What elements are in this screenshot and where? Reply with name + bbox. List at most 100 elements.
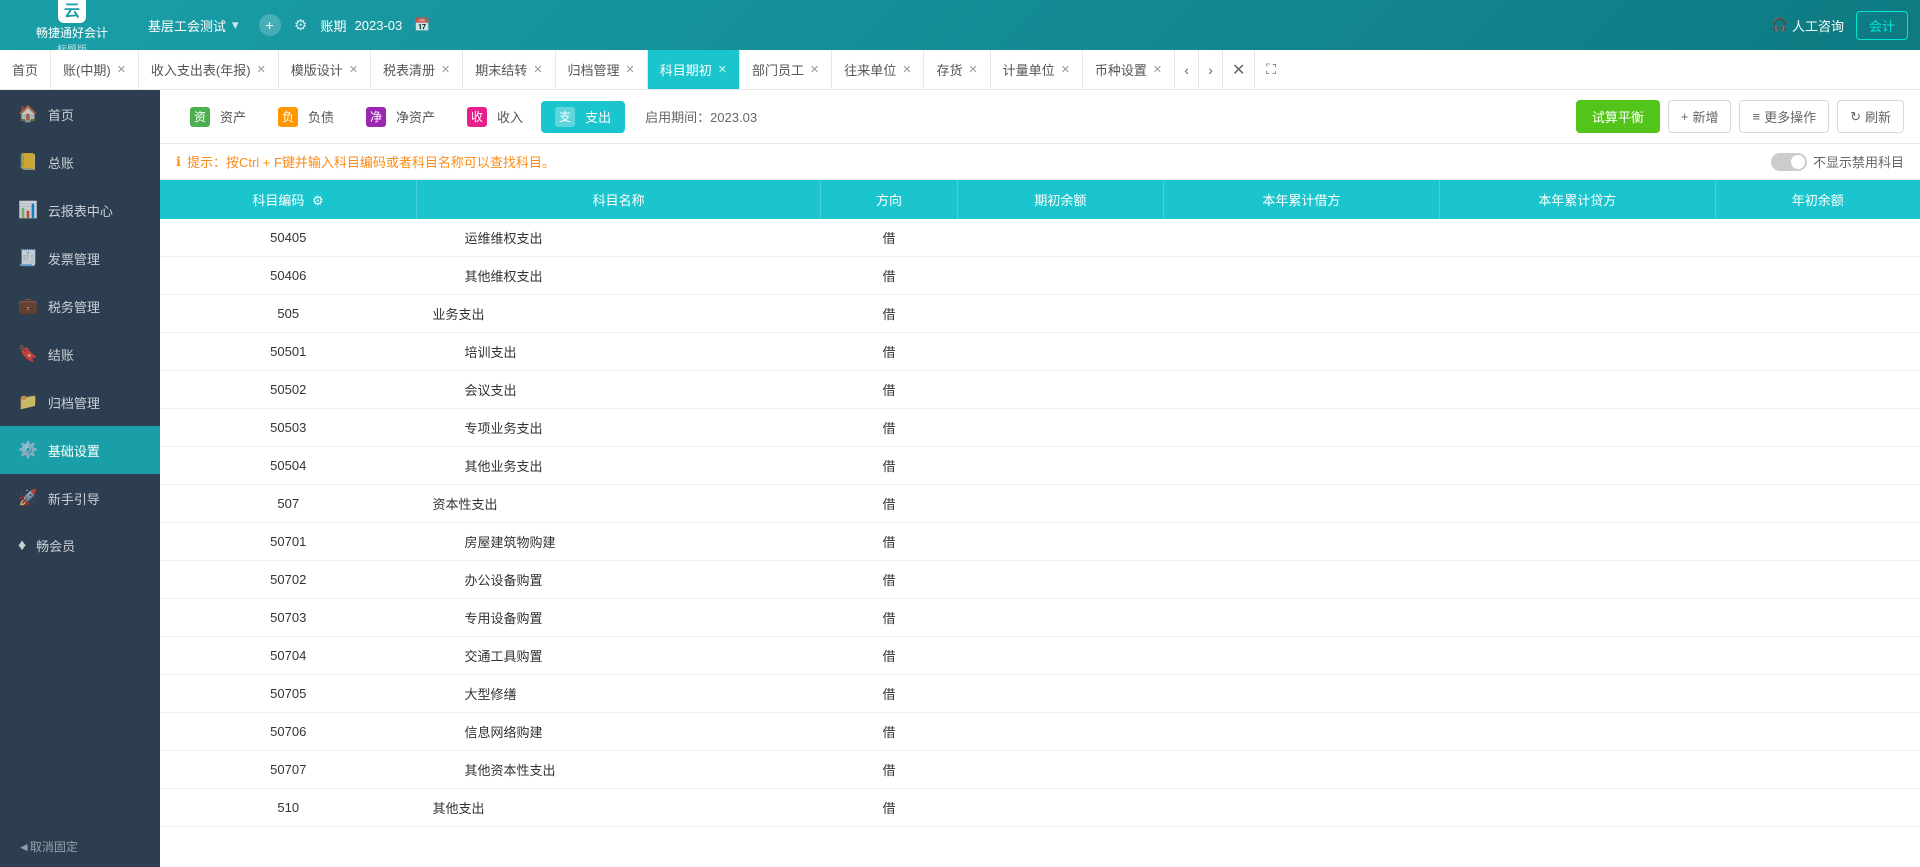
filter-tab-assets[interactable]: 资 资产 xyxy=(176,101,260,133)
period-label: 账期 xyxy=(321,16,347,35)
company-name: 基层工会测试 xyxy=(148,16,226,35)
table-row[interactable]: 50702办公设备购置借 xyxy=(160,561,1920,599)
settings-icon[interactable]: ⚙ xyxy=(289,13,313,37)
tab-template-close[interactable]: ✕ xyxy=(349,63,358,76)
table-row[interactable]: 50703专用设备购置借 xyxy=(160,599,1920,637)
tab-interim[interactable]: 账(中期) ✕ xyxy=(51,50,139,90)
cell-value-2 xyxy=(1439,333,1715,371)
tab-subject-period-close[interactable]: ✕ xyxy=(718,63,727,76)
tab-unit-label: 计量单位 xyxy=(1003,60,1055,79)
tab-nav-right-button[interactable]: › xyxy=(1199,50,1223,90)
toggle-disabled-switch[interactable] xyxy=(1771,153,1807,171)
tab-template[interactable]: 模版设计 ✕ xyxy=(279,50,371,90)
add-button[interactable]: + 新增 xyxy=(1668,100,1732,133)
sidebar-item-vip[interactable]: ♦ 畅会员 xyxy=(0,522,160,569)
sidebar-guide-label: 新手引导 xyxy=(48,489,100,508)
tab-home[interactable]: 首页 xyxy=(0,50,51,90)
tab-tax-close[interactable]: ✕ xyxy=(441,63,450,76)
tab-archive[interactable]: 归档管理 ✕ xyxy=(556,50,648,90)
tab-income-expense[interactable]: 收入支出表(年报) ✕ xyxy=(139,50,279,90)
tab-subject-period[interactable]: 科目期初 ✕ xyxy=(648,50,740,90)
sidebar-archive-label: 归档管理 xyxy=(48,393,100,412)
table-row[interactable]: 505业务支出借 xyxy=(160,295,1920,333)
filter-tab-income[interactable]: 收 收入 xyxy=(453,101,537,133)
tab-tax[interactable]: 税表清册 ✕ xyxy=(371,50,463,90)
tab-close-all-button[interactable]: ✕ xyxy=(1223,50,1255,90)
headset-icon: 🎧 xyxy=(1772,17,1788,33)
cell-value-0 xyxy=(957,409,1163,447)
refresh-button[interactable]: ↻ 刷新 xyxy=(1837,100,1904,133)
table-row[interactable]: 50705大型修缮借 xyxy=(160,675,1920,713)
sidebar-item-ledger[interactable]: 📒 总账 xyxy=(0,138,160,186)
calendar-icon[interactable]: 📅 xyxy=(414,17,430,33)
tab-inventory[interactable]: 存货 ✕ xyxy=(924,50,990,90)
table-row[interactable]: 50707其他资本性支出借 xyxy=(160,751,1920,789)
table-row[interactable]: 50504其他业务支出借 xyxy=(160,447,1920,485)
sidebar-item-invoice[interactable]: 🧾 发票管理 xyxy=(0,234,160,282)
tab-contacts-close[interactable]: ✕ xyxy=(902,63,911,76)
cell-value-0 xyxy=(957,561,1163,599)
cell-value-3 xyxy=(1715,713,1920,751)
archive-icon: 📁 xyxy=(18,392,38,412)
tab-interim-close[interactable]: ✕ xyxy=(117,63,126,76)
cell-value-3 xyxy=(1715,295,1920,333)
tab-department-close[interactable]: ✕ xyxy=(810,63,819,76)
company-dropdown-icon[interactable]: ▾ xyxy=(232,17,239,33)
more-button[interactable]: ≡ 更多操作 xyxy=(1739,100,1829,133)
table-row[interactable]: 50706信息网络购建借 xyxy=(160,713,1920,751)
tab-period-end[interactable]: 期末结转 ✕ xyxy=(463,50,555,90)
sidebar-item-basic-settings[interactable]: ⚙️ 基础设置 xyxy=(0,426,160,474)
tab-unit-close[interactable]: ✕ xyxy=(1061,63,1070,76)
tab-nav-left-button[interactable]: ‹ xyxy=(1175,50,1199,90)
tab-department[interactable]: 部门员工 ✕ xyxy=(740,50,832,90)
tab-period-end-close[interactable]: ✕ xyxy=(533,63,542,76)
tab-expand-button[interactable]: ⛶ xyxy=(1255,50,1287,90)
table-row[interactable]: 50701房屋建筑物购建借 xyxy=(160,523,1920,561)
cell-value-1 xyxy=(1164,295,1440,333)
filter-tab-liabilities[interactable]: 负 负债 xyxy=(264,101,348,133)
tab-archive-close[interactable]: ✕ xyxy=(626,63,635,76)
tab-currency-close[interactable]: ✕ xyxy=(1153,63,1162,76)
tab-contacts[interactable]: 往来单位 ✕ xyxy=(832,50,924,90)
cell-code: 505 xyxy=(160,295,416,333)
add-company-button[interactable]: + xyxy=(259,14,281,36)
toggle-disabled-area[interactable]: 不显示禁用科目 xyxy=(1771,152,1904,171)
tab-inventory-close[interactable]: ✕ xyxy=(968,63,977,76)
table-header-row: 科目编码 ⚙ 科目名称 方向 期初余额 本年累计借方 本年累计贷方 年初余额 xyxy=(160,180,1920,219)
filter-tab-expenditure[interactable]: 支 支出 xyxy=(541,101,625,133)
cell-value-1 xyxy=(1164,333,1440,371)
subject-table: 科目编码 ⚙ 科目名称 方向 期初余额 本年累计借方 本年累计贷方 年初余额 5… xyxy=(160,180,1920,827)
sidebar-item-tax[interactable]: 💼 税务管理 xyxy=(0,282,160,330)
sidebar: 🏠 首页 📒 总账 📊 云报表中心 🧾 发票管理 💼 税务管理 🔖 结账 📁 归… xyxy=(0,90,160,867)
table-row[interactable]: 50704交通工具购置借 xyxy=(160,637,1920,675)
sidebar-collapse-button[interactable]: ◄取消固定 xyxy=(0,826,160,867)
cell-value-2 xyxy=(1439,409,1715,447)
table-row[interactable]: 50502会议支出借 xyxy=(160,371,1920,409)
table-row[interactable]: 50406其他维权支出借 xyxy=(160,257,1920,295)
company-area[interactable]: 基层工会测试 ▾ xyxy=(148,16,239,35)
cell-name: 办公设备购置 xyxy=(416,561,820,599)
sidebar-item-archive[interactable]: 📁 归档管理 xyxy=(0,378,160,426)
balance-button[interactable]: 试算平衡 xyxy=(1576,100,1660,133)
col-code-settings-icon[interactable]: ⚙ xyxy=(312,193,324,208)
sidebar-item-closing[interactable]: 🔖 结账 xyxy=(0,330,160,378)
table-row[interactable]: 50501培训支出借 xyxy=(160,333,1920,371)
table-row[interactable]: 50503专项业务支出借 xyxy=(160,409,1920,447)
refresh-icon: ↻ xyxy=(1850,109,1861,125)
sidebar-item-home[interactable]: 🏠 首页 xyxy=(0,90,160,138)
account-button[interactable]: 会计 xyxy=(1856,11,1908,40)
table-row[interactable]: 507资本性支出借 xyxy=(160,485,1920,523)
table-row[interactable]: 50405运维维权支出借 xyxy=(160,219,1920,257)
sidebar-item-guide[interactable]: 🚀 新手引导 xyxy=(0,474,160,522)
table-row[interactable]: 510其他支出借 xyxy=(160,789,1920,827)
support-button[interactable]: 🎧 人工咨询 xyxy=(1772,16,1844,35)
cell-name: 大型修缮 xyxy=(416,675,820,713)
tab-unit[interactable]: 计量单位 ✕ xyxy=(991,50,1083,90)
cell-direction: 借 xyxy=(821,713,958,751)
sidebar-item-reports[interactable]: 📊 云报表中心 xyxy=(0,186,160,234)
col-annual-balance: 年初余额 xyxy=(1715,180,1920,219)
tab-income-expense-close[interactable]: ✕ xyxy=(257,63,266,76)
filter-tab-net-assets[interactable]: 净 净资产 xyxy=(352,101,449,133)
tab-currency[interactable]: 币种设置 ✕ xyxy=(1083,50,1175,90)
cell-value-2 xyxy=(1439,561,1715,599)
